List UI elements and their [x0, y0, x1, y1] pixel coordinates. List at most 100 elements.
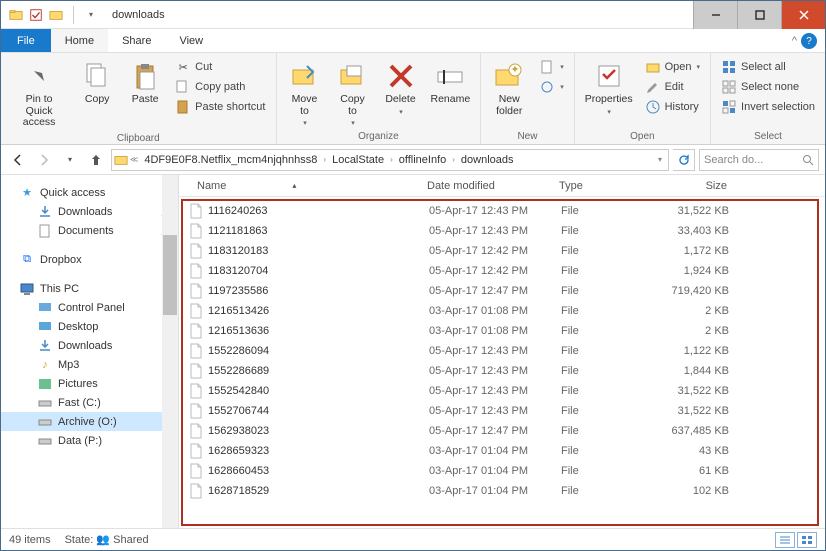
qa-save-icon[interactable]: [29, 8, 43, 22]
minimize-button[interactable]: [693, 1, 737, 29]
sidebar-control-panel[interactable]: Control Panel: [1, 298, 178, 317]
path-seg-0[interactable]: 4DF9E0F8.Netflix_mcm4njqhnhss8: [140, 154, 321, 166]
sidebar-desktop[interactable]: Desktop: [1, 317, 178, 336]
invert-selection-button[interactable]: Invert selection: [717, 98, 819, 116]
path-seg-2[interactable]: offlineInfo: [395, 154, 451, 166]
select-all-button[interactable]: Select all: [717, 58, 819, 76]
paste-button[interactable]: Paste: [123, 58, 167, 108]
file-list[interactable]: 111624026305-Apr-17 12:43 PMFile31,522 K…: [183, 201, 817, 524]
sidebar-fast-drive[interactable]: Fast (C:): [1, 393, 178, 412]
file-row[interactable]: 155254284005-Apr-17 12:43 PMFile31,522 K…: [183, 381, 817, 401]
file-icon: [189, 363, 203, 379]
easy-access-button[interactable]: ▾: [535, 78, 568, 96]
rename-icon: [434, 60, 466, 92]
edit-button[interactable]: Edit: [641, 78, 704, 96]
maximize-button[interactable]: [737, 1, 781, 29]
new-folder-button[interactable]: ✦ New folder: [487, 58, 531, 119]
history-button[interactable]: History: [641, 98, 704, 116]
view-large-button[interactable]: [797, 532, 817, 548]
sidebar-documents[interactable]: Documents📌: [1, 221, 178, 240]
view-details-button[interactable]: [775, 532, 795, 548]
collapse-ribbon-icon[interactable]: ^: [792, 35, 797, 47]
move-to-icon: [289, 60, 321, 92]
file-row[interactable]: 155228609405-Apr-17 12:43 PMFile1,122 KB: [183, 341, 817, 361]
music-icon: ♪: [37, 357, 53, 373]
recent-button[interactable]: ▾: [59, 149, 81, 171]
sidebar-data-drive[interactable]: Data (P:): [1, 431, 178, 450]
up-button[interactable]: [85, 149, 107, 171]
drive-icon: [37, 433, 53, 449]
paste-icon: [129, 60, 161, 92]
file-row[interactable]: 118312070405-Apr-17 12:42 PMFile1,924 KB: [183, 261, 817, 281]
file-type: File: [561, 305, 647, 317]
copy-button[interactable]: Copy: [75, 58, 119, 108]
paste-shortcut-icon: [175, 99, 191, 115]
sidebar-dropbox[interactable]: ⧉Dropbox: [1, 250, 178, 269]
forward-button[interactable]: [33, 149, 55, 171]
file-row[interactable]: 111624026305-Apr-17 12:43 PMFile31,522 K…: [183, 201, 817, 221]
sidebar-downloads2[interactable]: Downloads: [1, 336, 178, 355]
cut-button[interactable]: ✂Cut: [171, 58, 269, 76]
file-row[interactable]: 119723558605-Apr-17 12:47 PMFile719,420 …: [183, 281, 817, 301]
qa-folder-icon[interactable]: [49, 8, 63, 22]
search-input[interactable]: Search do...: [699, 149, 819, 171]
file-menu[interactable]: File: [1, 29, 51, 52]
delete-button[interactable]: Delete▾: [379, 58, 423, 118]
select-none-button[interactable]: Select none: [717, 78, 819, 96]
tab-view[interactable]: View: [165, 29, 217, 52]
refresh-button[interactable]: [673, 149, 695, 171]
back-button[interactable]: [7, 149, 29, 171]
properties-button[interactable]: Properties▾: [581, 58, 637, 118]
sidebar-archive-drive[interactable]: Archive (O:): [1, 412, 178, 431]
file-name: 1183120704: [208, 265, 268, 277]
sidebar-this-pc[interactable]: This PC: [1, 279, 178, 298]
col-date[interactable]: Date modified: [427, 180, 559, 192]
file-row[interactable]: 156293802305-Apr-17 12:47 PMFile637,485 …: [183, 421, 817, 441]
file-row[interactable]: 155270674405-Apr-17 12:43 PMFile31,522 K…: [183, 401, 817, 421]
dropdown-qa-icon[interactable]: ▾: [84, 8, 98, 22]
file-icon: [189, 323, 203, 339]
file-row[interactable]: 162865932303-Apr-17 01:04 PMFile43 KB: [183, 441, 817, 461]
file-row[interactable]: 118312018305-Apr-17 12:42 PMFile1,172 KB: [183, 241, 817, 261]
path-seg-1[interactable]: LocalState: [328, 154, 388, 166]
close-button[interactable]: [781, 1, 825, 29]
file-size: 637,485 KB: [647, 425, 747, 437]
move-to-button[interactable]: Move to▾: [283, 58, 327, 129]
sidebar-scrollbar[interactable]: [162, 175, 178, 528]
rename-button[interactable]: Rename: [427, 58, 475, 108]
sidebar-pictures[interactable]: Pictures: [1, 374, 178, 393]
file-row[interactable]: 121651363603-Apr-17 01:08 PMFile2 KB: [183, 321, 817, 341]
col-name[interactable]: Name▴: [179, 180, 427, 192]
file-row[interactable]: 112118186305-Apr-17 12:43 PMFile33,403 K…: [183, 221, 817, 241]
file-row[interactable]: 121651342603-Apr-17 01:08 PMFile2 KB: [183, 301, 817, 321]
file-row[interactable]: 155228668905-Apr-17 12:43 PMFile1,844 KB: [183, 361, 817, 381]
folder-small-icon: [9, 8, 23, 22]
file-type: File: [561, 485, 647, 497]
file-icon: [189, 463, 203, 479]
file-date: 05-Apr-17 12:43 PM: [429, 205, 561, 217]
col-size[interactable]: Size: [645, 180, 745, 192]
tab-share[interactable]: Share: [108, 29, 165, 52]
file-type: File: [561, 425, 647, 437]
pin-quick-access-button[interactable]: Pin to Quick access: [7, 58, 71, 131]
file-row[interactable]: 162871852903-Apr-17 01:04 PMFile102 KB: [183, 481, 817, 501]
sidebar-quick-access[interactable]: ★Quick access: [1, 183, 178, 202]
file-row[interactable]: 162866045303-Apr-17 01:04 PMFile61 KB: [183, 461, 817, 481]
path-box[interactable]: ≪ 4DF9E0F8.Netflix_mcm4njqhnhss8› LocalS…: [111, 149, 669, 171]
open-button[interactable]: Open▾: [641, 58, 704, 76]
new-item-button[interactable]: ▾: [535, 58, 568, 76]
status-item-count: 49 items: [9, 534, 51, 546]
sidebar-downloads[interactable]: Downloads📌: [1, 202, 178, 221]
tab-home[interactable]: Home: [51, 29, 108, 52]
copy-to-button[interactable]: Copy to▾: [331, 58, 375, 129]
path-seg-3[interactable]: downloads: [457, 154, 518, 166]
statusbar: 49 items State: 👥 Shared: [1, 528, 825, 550]
pc-icon: [19, 281, 35, 297]
help-icon[interactable]: ?: [801, 33, 817, 49]
copy-path-button[interactable]: Copy path: [171, 78, 269, 96]
file-size: 33,403 KB: [647, 225, 747, 237]
sort-asc-icon: ▴: [292, 181, 296, 190]
sidebar-mp3[interactable]: ♪Mp3: [1, 355, 178, 374]
col-type[interactable]: Type: [559, 180, 645, 192]
paste-shortcut-button[interactable]: Paste shortcut: [171, 98, 269, 116]
